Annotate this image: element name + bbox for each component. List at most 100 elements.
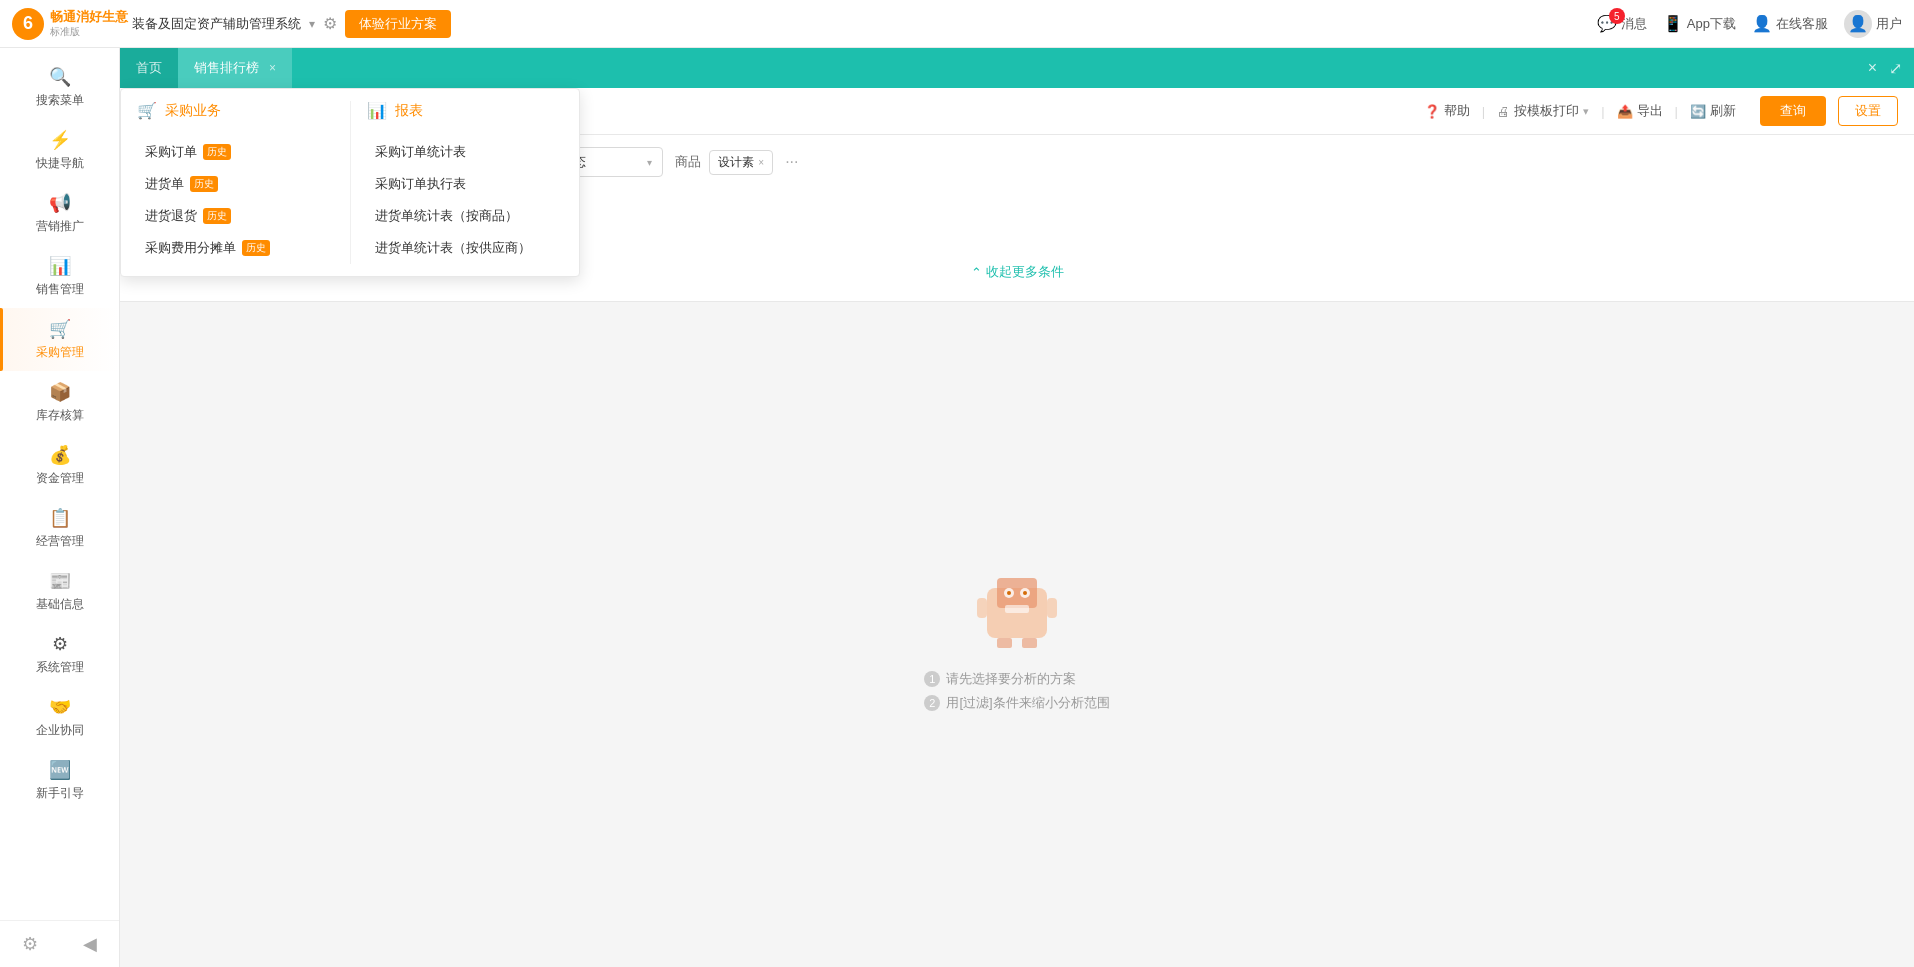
window-max-btn[interactable]: ⤢ <box>1885 59 1906 78</box>
tab-home-label: 首页 <box>136 59 162 77</box>
goods-tag[interactable]: 设计素 × <box>709 150 773 175</box>
topbar-right: 💬 5 消息 📱 App下载 👤 在线客服 👤 用户 <box>1597 10 1902 38</box>
tab-right-actions: × ⤢ <box>1864 59 1914 78</box>
hist-badge-1: 历史 <box>203 144 231 160</box>
sidebar-item-system[interactable]: ⚙ 系统管理 <box>0 623 119 686</box>
menu-item-inbound[interactable]: 进货单 历史 <box>137 168 334 200</box>
search-icon: 🔍 <box>49 66 71 88</box>
sidebar-item-guide[interactable]: 🆕 新手引导 <box>0 749 119 812</box>
help-btn[interactable]: ❓ 帮助 <box>1424 102 1470 120</box>
print-btn[interactable]: 🖨 按模板打印 ▾ <box>1497 102 1589 120</box>
bottom-settings-icon[interactable]: ⚙ <box>22 933 38 955</box>
inbound-goods-label: 进货单统计表（按商品） <box>375 207 518 225</box>
goods-tag-close[interactable]: × <box>758 157 764 168</box>
empty-illustration <box>957 558 1077 658</box>
menu-item-inbound-supplier[interactable]: 进货单统计表（按供应商） <box>367 232 564 264</box>
brand-name: 畅通消好生意 <box>50 9 128 26</box>
sidebar-label-sales: 销售管理 <box>36 281 84 298</box>
sidebar-label-guide: 新手引导 <box>36 785 84 802</box>
bottom-collapse-icon[interactable]: ◀ <box>83 933 97 955</box>
sidebar-label-basic: 基础信息 <box>36 596 84 613</box>
sales-icon: 📊 <box>49 255 71 277</box>
menu-item-return[interactable]: 进货退货 历史 <box>137 200 334 232</box>
sidebar-item-inventory[interactable]: 📦 库存核算 <box>0 371 119 434</box>
settings-icon[interactable]: ⚙ <box>323 14 337 33</box>
menu-item-order-exec[interactable]: 采购订单执行表 <box>367 168 564 200</box>
system-name: 装备及固定资产辅助管理系统 <box>132 15 301 33</box>
tab-close-icon[interactable]: × <box>269 61 276 75</box>
topbar: 6 畅通消好生意 标准版 装备及固定资产辅助管理系统 ▾ ⚙ 体验行业方案 💬 … <box>0 0 1914 48</box>
window-close-btn[interactable]: × <box>1864 59 1881 77</box>
refresh-btn[interactable]: 🔄 刷新 <box>1690 102 1736 120</box>
topbar-center: 装备及固定资产辅助管理系统 ▾ ⚙ 体验行业方案 <box>132 10 1597 38</box>
goods-more-btn[interactable]: ··· <box>781 153 802 171</box>
sidebar-item-sales[interactable]: 📊 销售管理 <box>0 245 119 308</box>
sidebar-item-marketing[interactable]: 📢 营销推广 <box>0 182 119 245</box>
goods-label: 商品 <box>675 153 701 171</box>
export-label: 导出 <box>1637 102 1663 120</box>
sidebar-item-capital[interactable]: 💰 资金管理 <box>0 434 119 497</box>
sidebar-label-system: 系统管理 <box>36 659 84 676</box>
return-label: 进货退货 <box>145 207 197 225</box>
system-dropdown-arrow[interactable]: ▾ <box>309 17 315 31</box>
query-button[interactable]: 查询 <box>1760 96 1826 126</box>
messages-action[interactable]: 💬 5 消息 <box>1597 14 1647 33</box>
purchase-dropdown-overlay: 🛒 采购业务 采购订单 历史 进货单 历史 进货退货 <box>120 88 580 277</box>
dropdown-col1-header: 🛒 采购业务 <box>137 101 334 124</box>
sep1: | <box>1482 104 1485 119</box>
operations-icon: 📋 <box>49 507 71 529</box>
marketing-icon: 📢 <box>49 192 71 214</box>
inventory-icon: 📦 <box>49 381 71 403</box>
tip2-text: 用[过滤]条件来缩小分析范围 <box>946 694 1109 712</box>
collapse-btn[interactable]: ⌃ 收起更多条件 <box>971 263 1064 281</box>
cost-alloc-label: 采购费用分摊单 <box>145 239 236 257</box>
print-arrow[interactable]: ▾ <box>1583 105 1589 118</box>
sidebar-item-operations[interactable]: 📋 经营管理 <box>0 497 119 560</box>
service-icon: 👤 <box>1752 14 1772 33</box>
sidebar-label-operations: 经营管理 <box>36 533 84 550</box>
user-action[interactable]: 👤 用户 <box>1844 10 1902 38</box>
export-btn[interactable]: 📤 导出 <box>1617 102 1663 120</box>
sidebar: 🔍 搜索菜单 ⚡ 快捷导航 📢 营销推广 📊 销售管理 🛒 采购管理 📦 库存核… <box>0 48 120 967</box>
inbound-supplier-label: 进货单统计表（按供应商） <box>375 239 531 257</box>
order-exec-label: 采购订单执行表 <box>375 175 466 193</box>
tip1-text: 请先选择要分析的方案 <box>946 670 1076 688</box>
svg-point-4 <box>1007 591 1011 595</box>
enterprise-icon: 🤝 <box>49 696 71 718</box>
main-layout: 🔍 搜索菜单 ⚡ 快捷导航 📢 营销推广 📊 销售管理 🛒 采购管理 📦 库存核… <box>0 48 1914 967</box>
step1-num: 1 <box>924 671 940 687</box>
dropdown-col-reports: 📊 报表 采购订单统计表 采购订单执行表 进货单统计表（按商品） <box>350 101 580 264</box>
industry-button[interactable]: 体验行业方案 <box>345 10 451 38</box>
sidebar-item-purchase[interactable]: 🛒 采购管理 <box>0 308 119 371</box>
svg-point-5 <box>1023 591 1027 595</box>
messages-count: 5 <box>1609 8 1625 24</box>
empty-tip2: 2 用[过滤]条件来缩小分析范围 <box>924 694 1109 712</box>
app-download-action[interactable]: 📱 App下载 <box>1663 14 1736 33</box>
settings-button[interactable]: 设置 <box>1838 96 1898 126</box>
empty-tips: 1 请先选择要分析的方案 2 用[过滤]条件来缩小分析范围 <box>924 670 1109 712</box>
tab-sales-rank[interactable]: 销售排行榜 × <box>178 48 292 88</box>
menu-item-cost-alloc[interactable]: 采购费用分摊单 历史 <box>137 232 334 264</box>
menu-item-inbound-goods[interactable]: 进货单统计表（按商品） <box>367 200 564 232</box>
collapse-icon: ⌃ <box>971 265 982 280</box>
sidebar-item-quicknav[interactable]: ⚡ 快捷导航 <box>0 119 119 182</box>
sidebar-item-enterprise[interactable]: 🤝 企业协同 <box>0 686 119 749</box>
sidebar-label-inventory: 库存核算 <box>36 407 84 424</box>
online-service-action[interactable]: 👤 在线客服 <box>1752 14 1828 33</box>
quicknav-icon: ⚡ <box>49 129 71 151</box>
svg-rect-9 <box>997 638 1012 648</box>
sidebar-item-search[interactable]: 🔍 搜索菜单 <box>0 56 119 119</box>
guide-icon: 🆕 <box>49 759 71 781</box>
sidebar-label-capital: 资金管理 <box>36 470 84 487</box>
empty-state: 1 请先选择要分析的方案 2 用[过滤]条件来缩小分析范围 <box>120 302 1914 967</box>
user-label: 用户 <box>1876 15 1902 33</box>
menu-item-order-stats[interactable]: 采购订单统计表 <box>367 136 564 168</box>
tab-home[interactable]: 首页 <box>120 48 178 88</box>
sidebar-item-basic[interactable]: 📰 基础信息 <box>0 560 119 623</box>
sep3: | <box>1675 104 1678 119</box>
collapse-label: 收起更多条件 <box>986 263 1064 281</box>
menu-item-purchase-order[interactable]: 采购订单 历史 <box>137 136 334 168</box>
dropdown-col2-header: 📊 报表 <box>367 101 564 124</box>
content-area: 首页 销售排行榜 × × ⤢ ❓ 帮助 | <box>120 48 1914 967</box>
svg-rect-1 <box>997 578 1037 608</box>
